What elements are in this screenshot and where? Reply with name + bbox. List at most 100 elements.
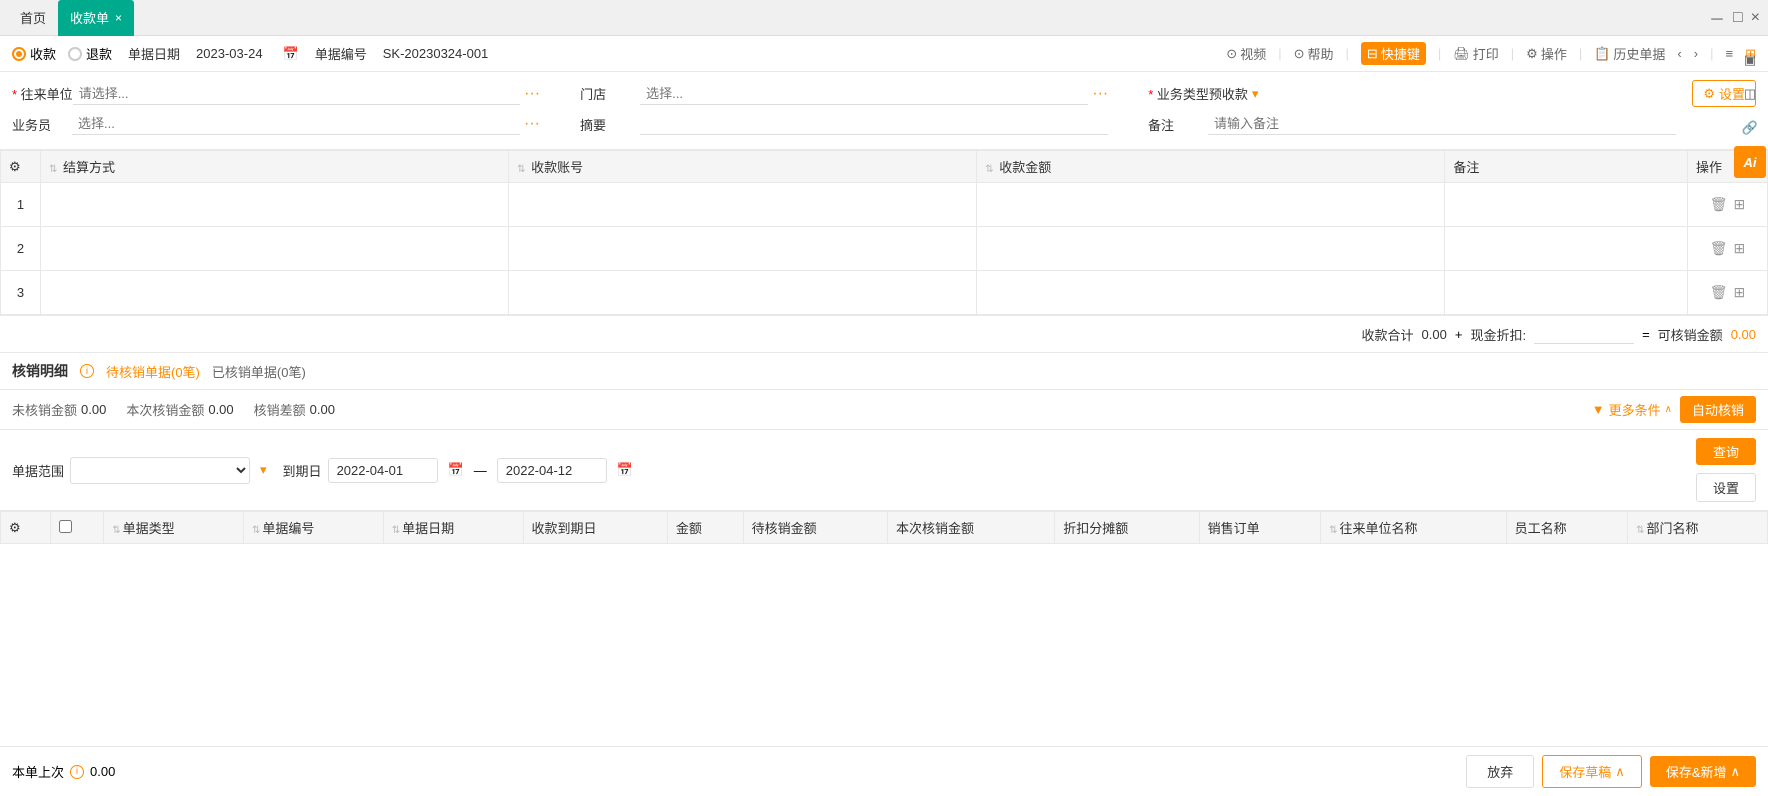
abandon-button[interactable]: 放弃 xyxy=(1466,755,1534,788)
sidebar-icon-3[interactable]: 🔗 xyxy=(1734,112,1766,144)
table-area: ⚙ ⇅ 结算方式 ⇅ 收款账号 ⇅ 收款金额 备注 操作 xyxy=(0,150,1768,316)
range-label: 单据范围 xyxy=(12,461,64,480)
table-row: 2 🗑 ⊞ xyxy=(1,227,1768,271)
toolbar: 收款 退款 单据日期 2023-03-24 📅 单据编号 SK-20230324… xyxy=(0,36,1768,72)
col-amount: ⇅ 收款金额 xyxy=(977,151,1445,183)
discount-input[interactable] xyxy=(1534,324,1634,344)
table-settings-col[interactable]: ⚙ xyxy=(1,151,41,183)
account-cell-3[interactable] xyxy=(509,271,977,315)
store-more-btn[interactable]: ··· xyxy=(1092,85,1108,103)
counterpart-input[interactable] xyxy=(73,83,520,105)
tab-bar: 首页 收款单 × － □ × xyxy=(0,0,1768,36)
verify-section-header: 核销明细 i 待核销单据(0笔) 已核销单据(0笔) xyxy=(0,353,1768,390)
due-date-label: 到期日 xyxy=(283,461,322,480)
save-new-button[interactable]: 保存&新增 ∧ xyxy=(1650,756,1756,787)
filter-row: 单据范围 ▾ 到期日 📅 — 📅 查询 设置 xyxy=(0,430,1768,511)
operation-btn[interactable]: ⚙ 操作 xyxy=(1526,44,1567,63)
account-cell-1[interactable] xyxy=(509,183,977,227)
amount-cell-1[interactable] xyxy=(977,183,1445,227)
settlement-cell-3[interactable] xyxy=(41,271,509,315)
tab-bar-actions: － □ × xyxy=(1709,6,1760,30)
per-order-info-icon[interactable]: i xyxy=(70,765,84,779)
settlement-cell-1[interactable] xyxy=(41,183,509,227)
delete-icon-3[interactable]: 🗑 xyxy=(1710,284,1728,301)
remark-input[interactable] xyxy=(1208,113,1676,135)
sub-col-due-date: 收款到期日 xyxy=(523,512,667,544)
help-label: 帮助 xyxy=(1308,44,1334,63)
history-label: 历史单据 xyxy=(1613,44,1665,63)
done-tab[interactable]: 已核销单据(0笔) xyxy=(212,362,306,381)
range-dropdown-icon[interactable]: ▾ xyxy=(260,462,267,478)
print-icon: 🖨 xyxy=(1453,46,1470,62)
row-num-2: 2 xyxy=(1,227,41,271)
tab-home[interactable]: 首页 xyxy=(8,0,58,36)
toolbar-right: ⊙ 视频 | ⊙ 帮助 | ⊟ 快捷键 | 🖨 打印 | ⚙ 操作 xyxy=(1226,42,1756,65)
help-icon: ⊙ xyxy=(1294,46,1305,62)
help-btn[interactable]: ⊙ 帮助 xyxy=(1294,44,1334,63)
sub-col-date: ⇅单据日期 xyxy=(383,512,523,544)
due-date-end-input[interactable] xyxy=(497,458,607,483)
sidebar-icon-2[interactable]: ◫ xyxy=(1734,78,1766,110)
amount-cell-2[interactable] xyxy=(977,227,1445,271)
current-value: 0.00 xyxy=(208,402,233,417)
equals-symbol: = xyxy=(1642,327,1650,342)
memo-label: 摘要 xyxy=(580,115,640,134)
business-type-dropdown-icon[interactable]: ▾ xyxy=(1252,86,1259,102)
form-row-1: 往来单位 ··· 门店 ··· 业务类型 预收款 ▾ ⚙ 设置 xyxy=(12,80,1756,107)
sidebar-icon-1[interactable]: ▣ xyxy=(1734,44,1766,76)
salesman-input[interactable] xyxy=(72,113,520,135)
video-btn[interactable]: ⊙ 视频 xyxy=(1226,44,1266,63)
bottom-left: 本单上次 i 0.00 xyxy=(12,762,115,781)
sub-col-sales-order: 销售订单 xyxy=(1199,512,1320,544)
account-cell-2[interactable] xyxy=(509,227,977,271)
col-account: ⇅ 收款账号 xyxy=(509,151,977,183)
amount-cell-3[interactable] xyxy=(977,271,1445,315)
sub-col-settings[interactable]: ⚙ xyxy=(1,512,51,544)
unverified-amount: 未核销金额 0.00 xyxy=(12,400,106,419)
delete-icon-1[interactable]: 🗑 xyxy=(1710,196,1728,213)
select-all-checkbox[interactable] xyxy=(59,520,72,533)
tab-receipt[interactable]: 收款单 × xyxy=(58,0,134,36)
business-type-value: 预收款 xyxy=(1209,84,1248,103)
operation-icon: ⚙ xyxy=(1526,46,1538,62)
salesman-more-btn[interactable]: ··· xyxy=(524,115,540,133)
diff-amount: 核销差额 0.00 xyxy=(254,400,335,419)
nav-next-btn[interactable]: › xyxy=(1694,46,1698,61)
sidebar-icon-4[interactable]: Ai xyxy=(1734,146,1766,178)
stats-row: 未核销金额 0.00 本次核销金额 0.00 核销差额 0.00 ▼ 更多条件 … xyxy=(0,390,1768,430)
remark-cell-2[interactable] xyxy=(1445,227,1688,271)
close-icon[interactable]: × xyxy=(1751,9,1760,27)
sub-col-checkbox-th xyxy=(51,512,104,544)
receipt-table: ⚙ ⇅ 结算方式 ⇅ 收款账号 ⇅ 收款金额 备注 操作 xyxy=(0,150,1768,315)
calendar-icon[interactable]: 📅 xyxy=(283,46,299,62)
refund-radio[interactable]: 退款 xyxy=(68,44,112,63)
start-cal-icon[interactable]: 📅 xyxy=(448,462,464,478)
minimize-icon[interactable]: － xyxy=(1709,6,1725,30)
video-label: 视频 xyxy=(1240,44,1266,63)
end-cal-icon[interactable]: 📅 xyxy=(617,462,633,478)
sub-col-employee: 员工名称 xyxy=(1506,512,1627,544)
more-conditions-btn[interactable]: ▼ 更多条件 ∧ xyxy=(1592,400,1672,419)
sub-col-current: 本次核销金额 xyxy=(887,512,1054,544)
counterpart-more-btn[interactable]: ··· xyxy=(524,85,540,103)
verify-info-icon[interactable]: i xyxy=(80,364,94,378)
shortcut-btn[interactable]: ⊟ 快捷键 xyxy=(1361,42,1426,65)
memo-input[interactable] xyxy=(640,113,1108,135)
remark-cell-1[interactable] xyxy=(1445,183,1688,227)
print-btn[interactable]: 🖨 打印 xyxy=(1453,44,1499,63)
receipt-radio[interactable]: 收款 xyxy=(12,44,56,63)
store-input[interactable] xyxy=(640,83,1088,105)
delete-icon-2[interactable]: 🗑 xyxy=(1710,240,1728,257)
right-sidebar: ▣ ◫ 🔗 Ai xyxy=(1732,36,1768,736)
grid-icon: ▣ xyxy=(1744,52,1756,68)
remark-cell-3[interactable] xyxy=(1445,271,1688,315)
pending-tab[interactable]: 待核销单据(0笔) xyxy=(106,362,200,381)
due-date-start-input[interactable] xyxy=(328,458,438,483)
history-btn[interactable]: 📋 历史单据 xyxy=(1594,44,1665,63)
tab-close-icon[interactable]: × xyxy=(115,11,122,25)
range-select[interactable] xyxy=(70,457,250,484)
maximize-icon[interactable]: □ xyxy=(1733,9,1743,27)
draft-button[interactable]: 保存草稿 ∧ xyxy=(1542,755,1642,788)
settlement-cell-2[interactable] xyxy=(41,227,509,271)
nav-prev-btn[interactable]: ‹ xyxy=(1677,46,1681,61)
